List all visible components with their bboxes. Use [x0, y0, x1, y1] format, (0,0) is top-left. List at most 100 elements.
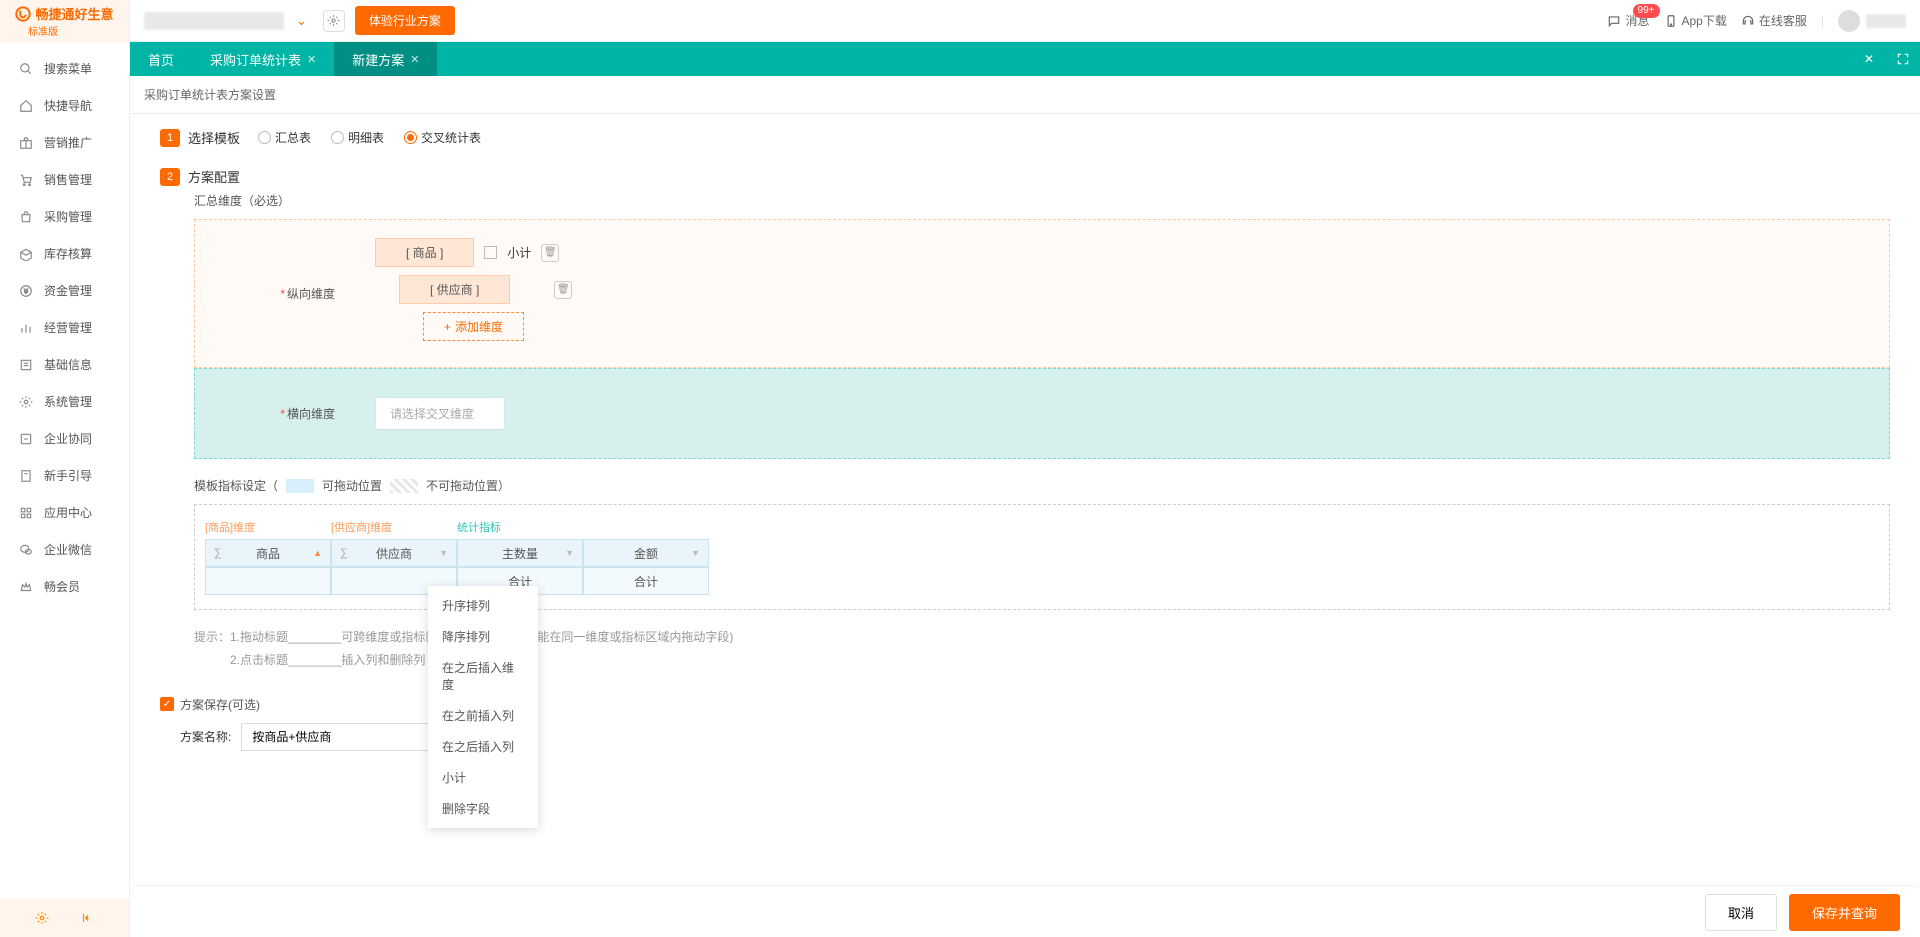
nav-collab[interactable]: 企业协同 — [0, 420, 129, 457]
nav-label: 基础信息 — [44, 356, 92, 373]
hdim-select[interactable]: 请选择交叉维度 — [375, 397, 505, 430]
nav-appcenter[interactable]: 应用中心 — [0, 494, 129, 531]
org-selector[interactable]: ⌄ — [144, 12, 313, 30]
save-query-button[interactable]: 保存并查询 — [1789, 894, 1900, 931]
nav-label: 销售管理 — [44, 171, 92, 188]
step-badge: 1 — [160, 129, 180, 147]
menu-insert-dim-after[interactable]: 在之后插入维度 — [428, 652, 538, 700]
cta-button[interactable]: 体验行业方案 — [355, 6, 455, 35]
settings-button[interactable] — [323, 10, 345, 32]
brand-edition: 标准版 — [28, 23, 58, 38]
meta-supplier: [供应商]维度 — [331, 519, 457, 535]
menu-sort-asc[interactable]: 升序排列 — [428, 590, 538, 621]
add-dimension-button[interactable]: +添加维度 — [423, 312, 524, 341]
nav-quick[interactable]: 快捷导航 — [0, 87, 129, 124]
nav-inventory[interactable]: 库存核算 — [0, 235, 129, 272]
fullscreen-button[interactable] — [1886, 42, 1920, 76]
plus-icon: + — [444, 320, 451, 334]
chevron-down-icon: ⌄ — [296, 13, 307, 29]
template-radio-group: 汇总表 明细表 交叉统计表 — [258, 129, 481, 146]
close-all-button[interactable]: ✕ — [1852, 42, 1886, 76]
close-icon[interactable]: ✕ — [410, 53, 419, 66]
svg-text:¥: ¥ — [24, 288, 28, 295]
radio-label: 交叉统计表 — [421, 129, 481, 146]
settings-icon[interactable] — [35, 911, 49, 925]
nav-marketing[interactable]: 营销推广 — [0, 124, 129, 161]
nav-search[interactable]: 搜索菜单 — [0, 50, 129, 87]
menu-subtotal[interactable]: 小计 — [428, 762, 538, 793]
nav-label: 系统管理 — [44, 393, 92, 410]
meta-stat: 统计指标 — [457, 519, 583, 535]
menu-insert-col-before[interactable]: 在之前插入列 — [428, 700, 538, 731]
col-quantity[interactable]: 主数量▼ — [457, 539, 583, 567]
nav-sales[interactable]: 销售管理 — [0, 161, 129, 198]
tab-label: 新建方案 — [352, 50, 404, 69]
nav-basic[interactable]: 基础信息 — [0, 346, 129, 383]
menu-delete-field[interactable]: 删除字段 — [428, 793, 538, 824]
close-icon[interactable]: ✕ — [307, 53, 316, 66]
chart-icon — [18, 320, 34, 336]
delete-icon[interactable]: 🗑 — [541, 244, 559, 262]
legend-not-draggable — [390, 479, 418, 493]
radio-summary[interactable]: 汇总表 — [258, 129, 311, 146]
dim-chip-product[interactable]: [ 商品 ] — [375, 238, 474, 267]
horizontal-dimension-box: *横向维度 请选择交叉维度 — [194, 368, 1890, 459]
nav-finance[interactable]: ¥ 资金管理 — [0, 272, 129, 309]
main: ⌄ 体验行业方案 消息 99+ App下载 在线客服 | — [130, 0, 1920, 937]
col-product[interactable]: 商品▲ — [205, 539, 331, 567]
user-menu[interactable] — [1838, 10, 1906, 32]
menu-insert-col-after[interactable]: 在之后插入列 — [428, 731, 538, 762]
col-supplier[interactable]: 供应商▼ — [331, 539, 457, 567]
legend-draggable — [286, 479, 314, 493]
divider: | — [1821, 14, 1824, 28]
wechat-icon — [18, 542, 34, 558]
menu-sort-desc[interactable]: 降序排列 — [428, 621, 538, 652]
cart-icon — [18, 172, 34, 188]
dim-chip-supplier[interactable]: [ 供应商 ] — [399, 275, 510, 304]
column-context-menu: 升序排列 降序排列 在之后插入维度 在之前插入列 在之后插入列 小计 删除字段 — [428, 586, 538, 828]
breadcrumb: 采购订单统计表方案设置 — [130, 76, 1920, 114]
radio-label: 汇总表 — [275, 129, 311, 146]
nav-operation[interactable]: 经营管理 — [0, 309, 129, 346]
cancel-button[interactable]: 取消 — [1705, 894, 1777, 931]
nav-guide[interactable]: 新手引导 — [0, 457, 129, 494]
service-button[interactable]: 在线客服 — [1741, 12, 1807, 29]
nav-list: 搜索菜单 快捷导航 营销推广 销售管理 采购管理 库存核算 ¥ 资金管理 经营管理… — [0, 42, 129, 899]
app-icon — [18, 505, 34, 521]
content: 采购订单统计表方案设置 1 选择模板 汇总表 明细表 交叉统计表 2 方案配置 — [130, 76, 1920, 937]
nav-wechat[interactable]: 企业微信 — [0, 531, 129, 568]
chevron-down-icon: ▼ — [565, 548, 574, 558]
cell-empty — [205, 567, 331, 595]
guide-icon — [18, 468, 34, 484]
user-name-redacted — [1866, 14, 1906, 28]
radio-detail[interactable]: 明细表 — [331, 129, 384, 146]
save-checkbox[interactable]: ✓ — [160, 697, 174, 711]
subtotal-checkbox[interactable] — [484, 246, 497, 259]
delete-icon[interactable]: 🗑 — [554, 281, 572, 299]
nav-purchase[interactable]: 采购管理 — [0, 198, 129, 235]
nav-label: 资金管理 — [44, 282, 92, 299]
sidebar-footer — [0, 899, 129, 937]
box-icon — [18, 246, 34, 262]
nav-label: 快捷导航 — [44, 97, 92, 114]
tab-label: 采购订单统计表 — [210, 50, 301, 69]
subtotal-label: 小计 — [507, 244, 531, 261]
col-amount[interactable]: 金额▼ — [583, 539, 709, 567]
nav-system[interactable]: 系统管理 — [0, 383, 129, 420]
nav-label: 畅会员 — [44, 578, 80, 595]
chevron-down-icon: ▼ — [439, 548, 448, 558]
indicator-title: 模板指标设定（ 可拖动位置 不可拖动位置） — [194, 477, 1890, 494]
step-1: 1 选择模板 汇总表 明细表 交叉统计表 — [160, 128, 1890, 147]
app-download-button[interactable]: App下载 — [1664, 12, 1727, 29]
tab-home[interactable]: 首页 — [130, 42, 192, 76]
tab-new-scheme[interactable]: 新建方案 ✕ — [334, 42, 437, 76]
collapse-icon[interactable] — [80, 911, 94, 925]
messages-button[interactable]: 消息 99+ — [1607, 12, 1649, 29]
brand-name: 畅捷通好生意 — [35, 4, 113, 23]
nav-vip[interactable]: 畅会员 — [0, 568, 129, 605]
radio-cross[interactable]: 交叉统计表 — [404, 129, 481, 146]
nav-label: 采购管理 — [44, 208, 92, 225]
topbar: ⌄ 体验行业方案 消息 99+ App下载 在线客服 | — [130, 0, 1920, 42]
step-label: 选择模板 — [188, 128, 240, 147]
tab-purchase-stats[interactable]: 采购订单统计表 ✕ — [192, 42, 334, 76]
